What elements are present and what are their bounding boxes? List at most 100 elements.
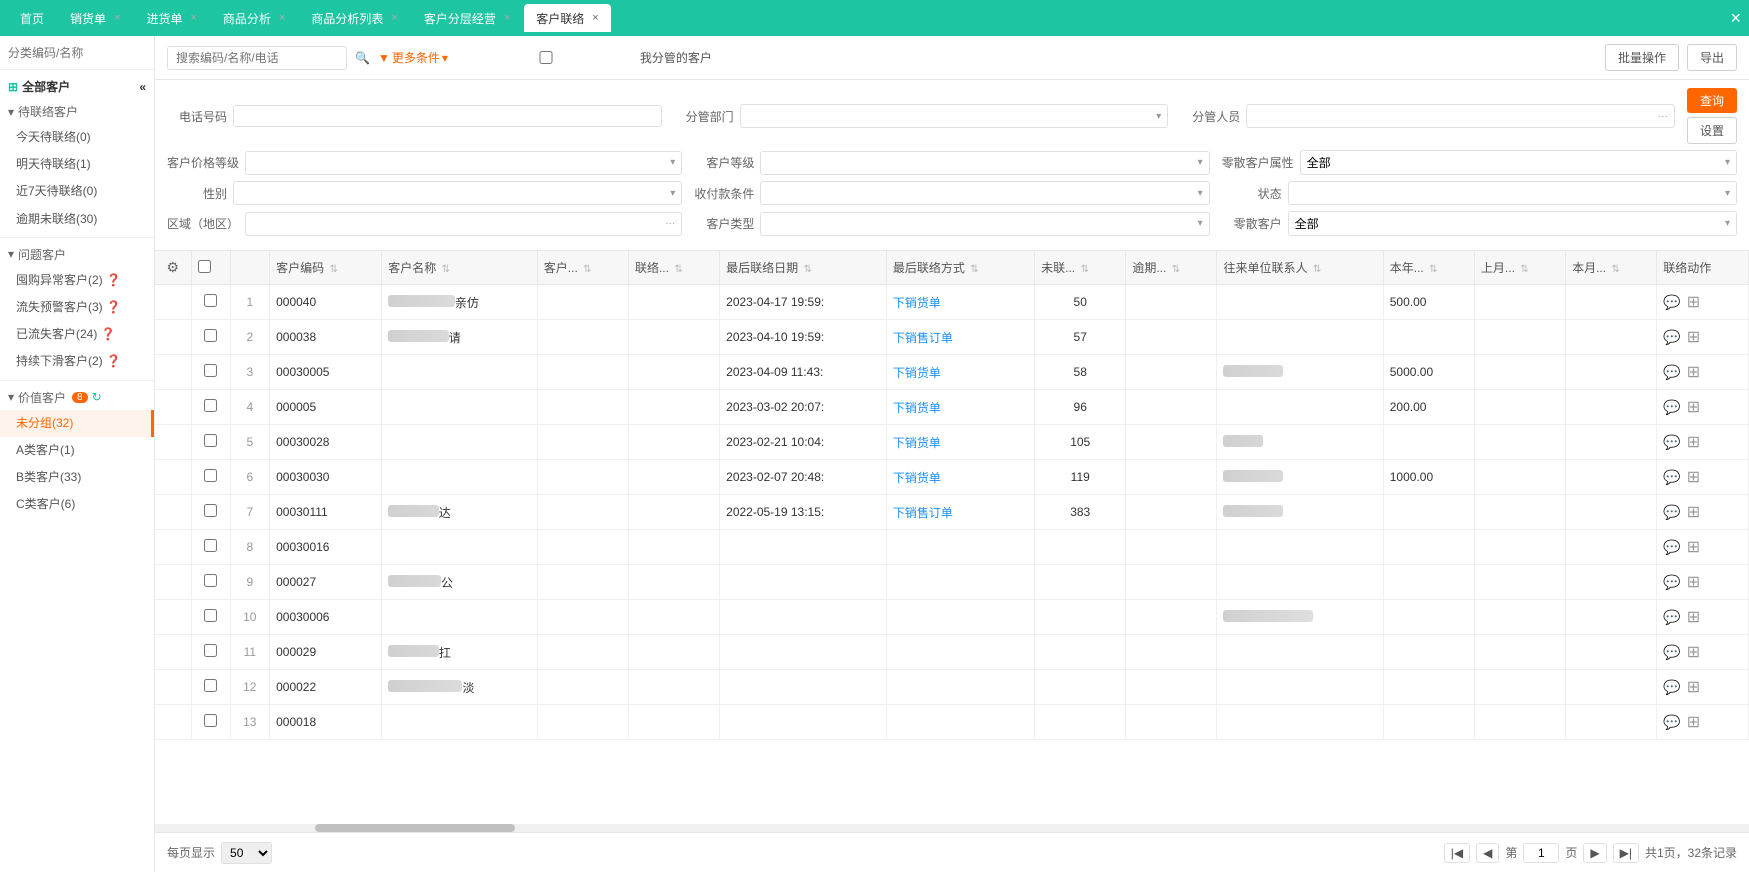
region-select[interactable]: ··· bbox=[245, 212, 682, 236]
apps-icon[interactable]: ⊞ bbox=[1687, 502, 1700, 522]
last-method-link[interactable]: 下销售订单 bbox=[893, 506, 953, 520]
sidebar-item-classC[interactable]: C类客户(6) bbox=[0, 491, 154, 518]
sidebar-item-unclassified[interactable]: 未分组(32) bbox=[0, 410, 154, 437]
row-checkbox[interactable] bbox=[204, 609, 217, 622]
row-checkbox[interactable] bbox=[204, 714, 217, 727]
tab-product-analysis[interactable]: 商品分析 × bbox=[211, 4, 297, 32]
dept-select[interactable]: ▾ bbox=[740, 104, 1169, 128]
sidebar-item-tomorrow[interactable]: 明天待联络(1) bbox=[0, 151, 154, 178]
reset-button[interactable]: 设置 bbox=[1687, 117, 1737, 144]
scrollbar-thumb[interactable] bbox=[315, 824, 515, 832]
row-checkbox-cell[interactable] bbox=[191, 670, 230, 705]
last-method-link[interactable]: 下销售订单 bbox=[893, 331, 953, 345]
last-method-link[interactable]: 下销货单 bbox=[893, 296, 941, 310]
category-search-input[interactable] bbox=[8, 46, 155, 60]
this-month-col-header[interactable]: 本月... ⇅ bbox=[1566, 251, 1657, 285]
tab-home[interactable]: 首页 bbox=[8, 4, 56, 32]
last-page-button[interactable]: ▶| bbox=[1613, 843, 1639, 863]
collapse-icon[interactable]: « bbox=[139, 80, 146, 94]
row-checkbox[interactable] bbox=[204, 539, 217, 552]
row-checkbox-cell[interactable] bbox=[191, 285, 230, 320]
settings-icon[interactable]: ⚙ bbox=[166, 259, 179, 275]
type-col-header[interactable]: 客户... ⇅ bbox=[537, 251, 628, 285]
search-input[interactable] bbox=[167, 46, 347, 70]
last-method-link[interactable]: 下销货单 bbox=[893, 401, 941, 415]
row-checkbox[interactable] bbox=[204, 679, 217, 692]
tab-customer-segment[interactable]: 客户分层经营 × bbox=[412, 4, 522, 32]
last-method-link[interactable]: 下销货单 bbox=[893, 471, 941, 485]
payment-select[interactable]: ▾ bbox=[760, 181, 1209, 205]
page-number-input[interactable] bbox=[1523, 843, 1559, 863]
chat-icon[interactable]: 💬 bbox=[1663, 329, 1680, 346]
sidebar-item-churn-warning[interactable]: 流失预警客户(3) ❓ bbox=[0, 294, 154, 321]
chat-icon[interactable]: 💬 bbox=[1663, 539, 1680, 556]
row-checkbox-cell[interactable] bbox=[191, 320, 230, 355]
apps-icon[interactable]: ⊞ bbox=[1687, 397, 1700, 417]
row-checkbox-cell[interactable] bbox=[191, 565, 230, 600]
close-customer-segment[interactable]: × bbox=[504, 12, 510, 24]
sidebar-item-7days[interactable]: 近7天待联络(0) bbox=[0, 178, 154, 205]
apps-icon[interactable]: ⊞ bbox=[1687, 572, 1700, 592]
close-purchase-order[interactable]: × bbox=[190, 12, 196, 24]
filter-search-icon[interactable]: 🔍 bbox=[355, 51, 370, 65]
refresh-icon[interactable]: ↻ bbox=[92, 390, 102, 404]
chat-icon[interactable]: 💬 bbox=[1663, 399, 1680, 416]
more-conditions-button[interactable]: ▼ 更多条件 ▾ bbox=[378, 49, 448, 66]
unit-contact-col-header[interactable]: 往来单位联系人 ⇅ bbox=[1217, 251, 1383, 285]
chat-icon[interactable]: 💬 bbox=[1663, 574, 1680, 591]
chat-icon[interactable]: 💬 bbox=[1663, 364, 1680, 381]
sidebar-item-today[interactable]: 今天待联络(0) bbox=[0, 124, 154, 151]
last-date-col-header[interactable]: 最后联络日期 ⇅ bbox=[720, 251, 887, 285]
row-checkbox-cell[interactable] bbox=[191, 355, 230, 390]
row-checkbox[interactable] bbox=[204, 469, 217, 482]
contact-col-header[interactable]: 联络... ⇅ bbox=[628, 251, 719, 285]
zero-attr-select[interactable]: 全部 ▾ bbox=[1300, 150, 1737, 175]
tab-product-list[interactable]: 商品分析列表 × bbox=[299, 4, 409, 32]
row-checkbox-cell[interactable] bbox=[191, 495, 230, 530]
overdue-col-header[interactable]: 逾期... ⇅ bbox=[1126, 251, 1217, 285]
code-col-header[interactable]: 客户编码 ⇅ bbox=[270, 251, 382, 285]
chat-icon[interactable]: 💬 bbox=[1663, 294, 1680, 311]
person-select[interactable]: ··· bbox=[1246, 104, 1675, 128]
apps-icon[interactable]: ⊞ bbox=[1687, 292, 1700, 312]
apps-icon[interactable]: ⊞ bbox=[1687, 607, 1700, 627]
chat-icon[interactable]: 💬 bbox=[1663, 469, 1680, 486]
row-checkbox-cell[interactable] bbox=[191, 460, 230, 495]
apps-icon[interactable]: ⊞ bbox=[1687, 537, 1700, 557]
my-customers-check[interactable] bbox=[456, 51, 636, 64]
phone-input[interactable] bbox=[233, 105, 662, 127]
close-sales-order[interactable]: × bbox=[114, 12, 120, 24]
sidebar-item-churned[interactable]: 已流失客户(24) ❓ bbox=[0, 321, 154, 348]
row-checkbox[interactable] bbox=[204, 644, 217, 657]
status-select[interactable]: ▾ bbox=[1288, 181, 1737, 205]
chat-icon[interactable]: 💬 bbox=[1663, 609, 1680, 626]
row-checkbox-cell[interactable] bbox=[191, 635, 230, 670]
tab-purchase-order[interactable]: 进货单 × bbox=[134, 4, 208, 32]
this-year-col-header[interactable]: 本年... ⇅ bbox=[1383, 251, 1474, 285]
chat-icon[interactable]: 💬 bbox=[1663, 434, 1680, 451]
close-product-analysis[interactable]: × bbox=[279, 12, 285, 24]
apps-icon[interactable]: ⊞ bbox=[1687, 432, 1700, 452]
close-customer-contact[interactable]: × bbox=[592, 12, 598, 24]
horizontal-scrollbar[interactable] bbox=[155, 824, 1749, 832]
last-method-link[interactable]: 下销货单 bbox=[893, 436, 941, 450]
query-button[interactable]: 查询 bbox=[1687, 88, 1737, 113]
chat-icon[interactable]: 💬 bbox=[1663, 644, 1680, 661]
export-button[interactable]: 导出 bbox=[1687, 44, 1737, 71]
price-level-select[interactable]: ▾ bbox=[245, 151, 682, 175]
sidebar-item-classB[interactable]: B类客户(33) bbox=[0, 464, 154, 491]
zero-cust-select[interactable]: 全部 ▾ bbox=[1288, 211, 1737, 236]
sidebar-group-value[interactable]: ▾ 价值客户 8 ↻ bbox=[0, 385, 154, 410]
sidebar-item-hoard-abnormal[interactable]: 囤购异常客户(2) ❓ bbox=[0, 267, 154, 294]
tab-sales-order[interactable]: 销货单 × bbox=[58, 4, 132, 32]
apps-icon[interactable]: ⊞ bbox=[1687, 467, 1700, 487]
apps-icon[interactable]: ⊞ bbox=[1687, 362, 1700, 382]
cust-type-select[interactable]: ▾ bbox=[760, 212, 1209, 236]
row-checkbox[interactable] bbox=[204, 294, 217, 307]
apps-icon[interactable]: ⊞ bbox=[1687, 642, 1700, 662]
last-month-col-header[interactable]: 上月... ⇅ bbox=[1474, 251, 1565, 285]
close-product-list[interactable]: × bbox=[391, 12, 397, 24]
not-contacted-col-header[interactable]: 未联... ⇅ bbox=[1035, 251, 1126, 285]
sidebar-group-problem[interactable]: ▾ 问题客户 bbox=[0, 242, 154, 267]
apps-icon[interactable]: ⊞ bbox=[1687, 712, 1700, 732]
